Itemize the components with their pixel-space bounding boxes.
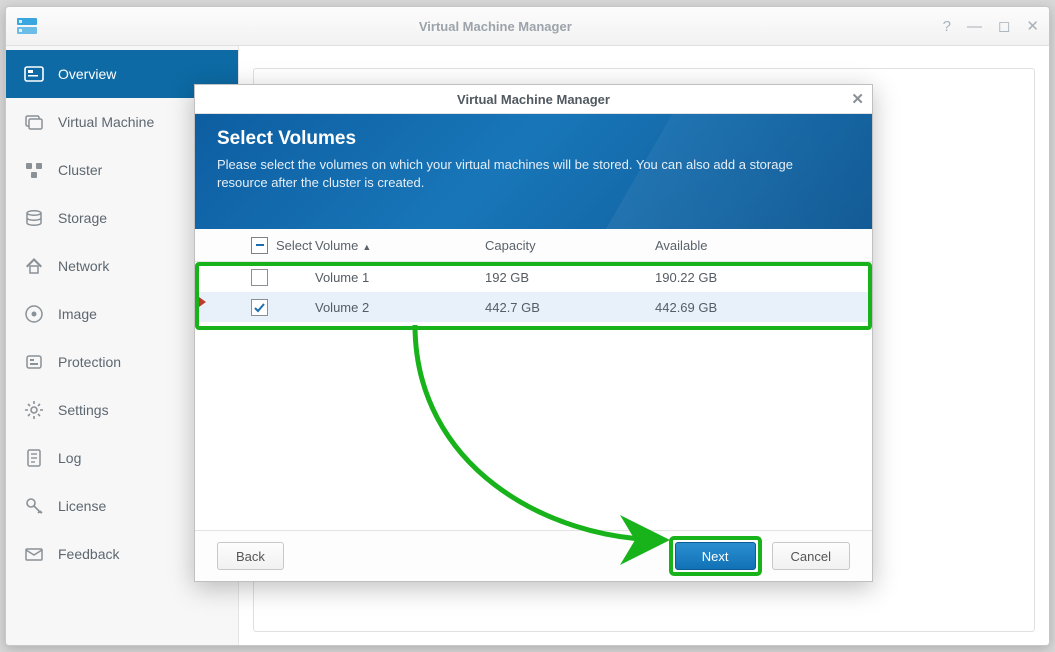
sort-asc-icon: ▲	[362, 242, 371, 252]
table-row[interactable]: Volume 1 192 GB 190.22 GB	[195, 262, 872, 292]
dialog-description: Please select the volumes on which your …	[217, 156, 837, 192]
col-volume-label: Volume	[315, 238, 358, 253]
row-checkbox[interactable]	[251, 269, 268, 286]
dialog-titlebar: Virtual Machine Manager ✕	[195, 85, 872, 114]
select-volumes-dialog: Virtual Machine Manager ✕ Select Volumes…	[194, 84, 873, 582]
col-available[interactable]: Available	[655, 238, 872, 253]
close-icon[interactable]: ✕	[851, 90, 864, 108]
cell-volume: Volume 2	[315, 300, 485, 315]
annotation-next-highlight: Next	[669, 536, 762, 576]
modal-overlay: Virtual Machine Manager ✕ Select Volumes…	[6, 7, 1049, 645]
back-button[interactable]: Back	[217, 542, 284, 570]
select-all-checkbox[interactable]	[251, 237, 268, 254]
dialog-title: Virtual Machine Manager	[457, 92, 610, 107]
col-capacity[interactable]: Capacity	[485, 238, 655, 253]
dialog-heading: Select Volumes	[217, 128, 850, 150]
cell-capacity: 192 GB	[485, 270, 655, 285]
cancel-button[interactable]: Cancel	[772, 542, 850, 570]
cell-capacity: 442.7 GB	[485, 300, 655, 315]
table-header: Select Volume ▲ Capacity Available	[195, 229, 872, 262]
dialog-footer: Back Next Cancel	[195, 530, 872, 581]
cell-volume: Volume 1	[315, 270, 485, 285]
col-available-label: Available	[655, 238, 708, 253]
app-window: Virtual Machine Manager ? — ◻ ✕ Overview…	[5, 6, 1050, 646]
table-row[interactable]: Volume 2 442.7 GB 442.69 GB	[195, 292, 872, 322]
volumes-table: Select Volume ▲ Capacity Available	[195, 229, 872, 322]
table-body: Volume 1 192 GB 190.22 GB Volume 2 442.7…	[195, 262, 872, 322]
row-marker-icon	[199, 297, 206, 307]
col-select[interactable]: Select	[195, 237, 315, 254]
dialog-banner: Select Volumes Please select the volumes…	[195, 114, 872, 229]
cell-available: 442.69 GB	[655, 300, 872, 315]
cell-available: 190.22 GB	[655, 270, 872, 285]
col-volume[interactable]: Volume ▲	[315, 238, 485, 253]
col-select-label: Select	[276, 238, 312, 253]
row-checkbox[interactable]	[251, 299, 268, 316]
col-capacity-label: Capacity	[485, 238, 536, 253]
next-button[interactable]: Next	[675, 542, 756, 570]
